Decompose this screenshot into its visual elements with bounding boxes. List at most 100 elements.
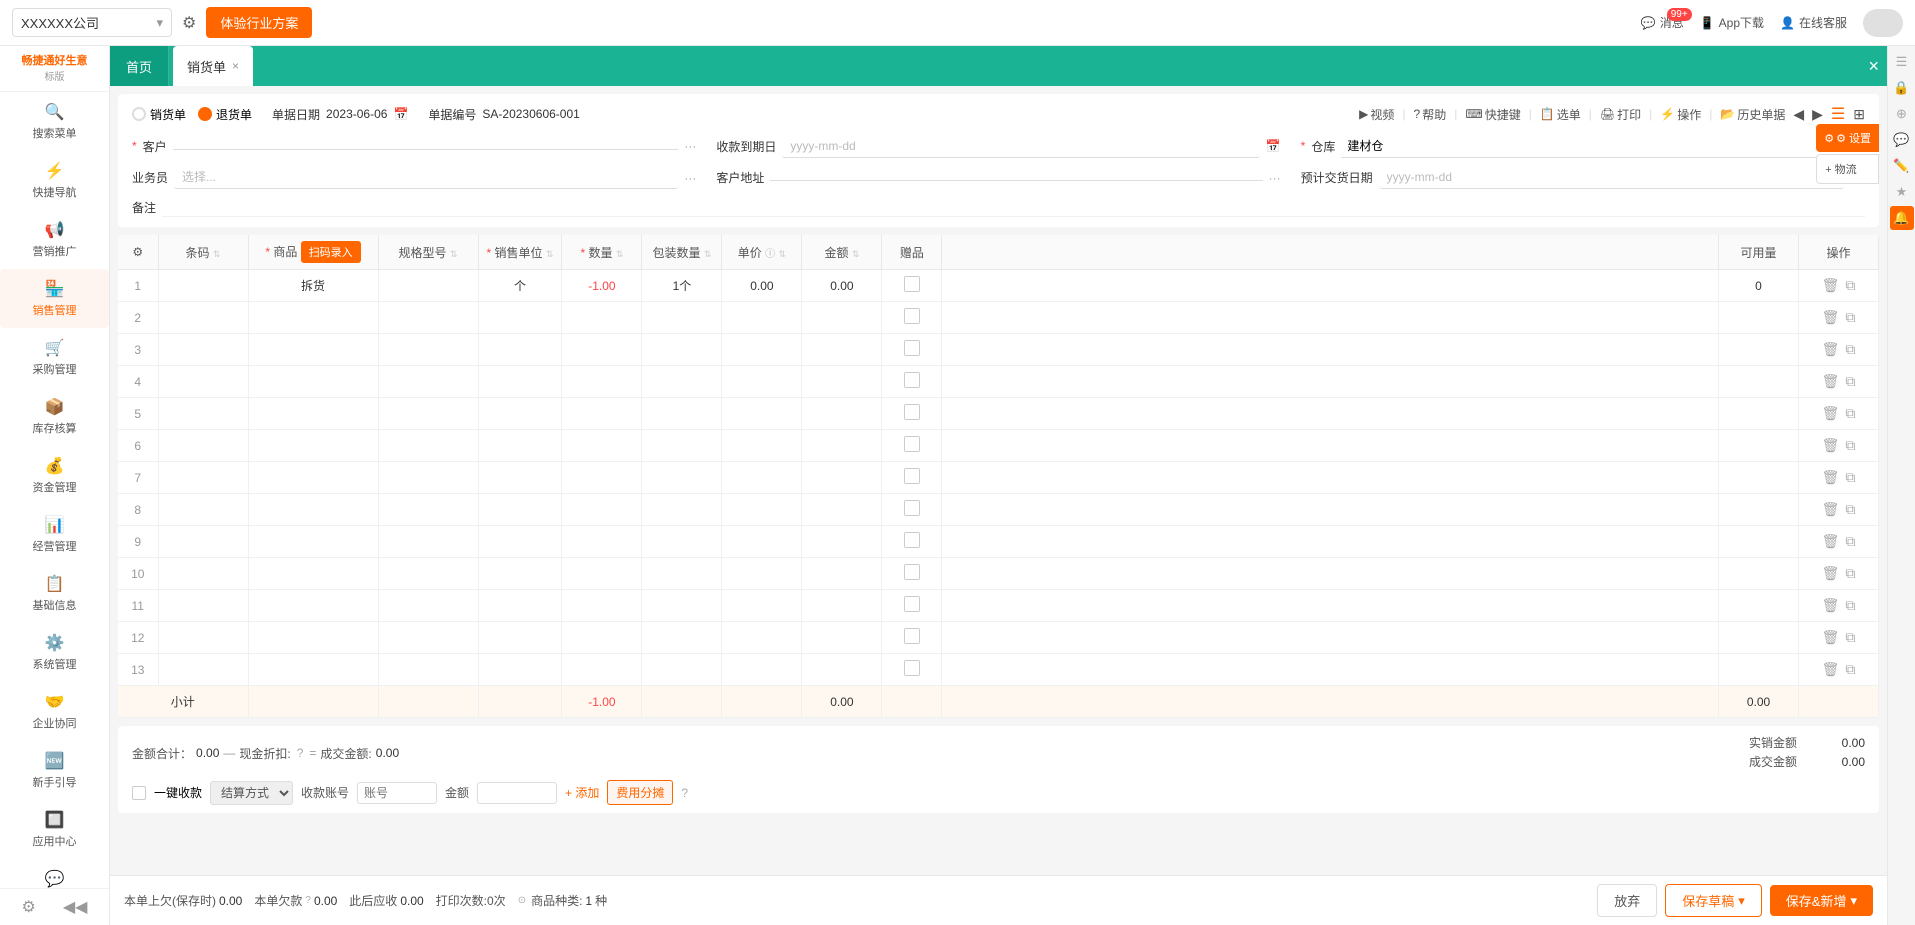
save-new-dropdown-icon[interactable]: ▾ [1850,893,1857,909]
customer-dots[interactable]: ··· [684,139,696,153]
gift-checkbox[interactable] [904,372,920,388]
tab-home[interactable]: 首页 [110,46,169,86]
total-due-help[interactable]: ? [305,895,311,906]
copy-icon[interactable]: ⧉ [1845,565,1855,582]
copy-icon[interactable]: ⧉ [1845,437,1855,454]
row-gift[interactable] [882,270,942,302]
right-sidebar-lock-icon[interactable]: 🔒 [1890,76,1914,100]
right-sidebar-add-icon[interactable]: ⊕ [1890,102,1914,126]
copy-icon[interactable]: ⧉ [1845,309,1855,326]
gift-checkbox[interactable] [904,308,920,324]
sidebar-settings-icon[interactable]: ⚙ [22,897,36,917]
copy-icon[interactable]: ⧉ [1845,501,1855,518]
sidebar-item-system[interactable]: ⚙️ 系统管理 [0,623,109,682]
row-amount[interactable]: 0.00 [802,270,882,302]
customer-input[interactable] [173,143,679,150]
sidebar-item-finance[interactable]: 💰 资金管理 [0,446,109,505]
sidebar-item-sales[interactable]: 🏪 销售管理 [0,269,109,328]
delete-icon[interactable]: 🗑 [1822,629,1840,646]
sidebar-item-enterprise[interactable]: 🤝 企业协同 [0,682,109,741]
fee-split-button[interactable]: 费用分摊 [607,780,673,805]
delete-icon[interactable]: 🗑 [1822,341,1840,358]
calendar-icon-due[interactable]: 📅 [1266,139,1281,153]
copy-icon[interactable]: ⧉ [1845,469,1855,486]
delete-icon[interactable]: 🗑 [1822,373,1840,390]
gift-checkbox[interactable] [904,628,920,644]
sidebar-item-marketing[interactable]: 📢 营销推广 [0,210,109,269]
tab-close-icon[interactable]: × [232,59,239,73]
nav-next-button[interactable]: ▶ [1812,106,1823,123]
topbar-settings-icon[interactable]: ⚙ [182,13,196,33]
video-link[interactable]: ▶ 视频 [1359,106,1394,123]
history-link[interactable]: 📂 历史单据 [1720,106,1785,123]
gift-checkbox[interactable] [904,468,920,484]
delete-icon[interactable]: 🗑 [1822,437,1840,454]
logistics-float-button[interactable]: + 物流 [1816,154,1879,184]
row-barcode[interactable] [158,270,248,302]
delete-icon[interactable]: 🗑 [1822,405,1840,422]
right-sidebar-edit-icon[interactable]: ✏️ [1890,154,1914,178]
delete-icon[interactable]: 🗑 [1822,533,1840,550]
sidebar-item-quicknav[interactable]: ⚡ 快捷导航 [0,151,109,210]
app-download-button[interactable]: 📱 App下载 [1700,14,1764,31]
sidebar-item-operations[interactable]: 📊 经营管理 [0,505,109,564]
gift-checkbox[interactable] [904,340,920,356]
settings-float-button[interactable]: ⚙ ⚙ 设置 [1816,124,1879,152]
sidebar-item-inventory[interactable]: 📦 库存核算 [0,387,109,446]
trial-button[interactable]: 体验行业方案 [206,7,312,38]
print-link[interactable]: 🖨 打印 [1600,106,1641,123]
draft-dropdown-icon[interactable]: ▾ [1738,893,1745,909]
add-payment-button[interactable]: + 添加 [565,784,599,801]
gift-checkbox[interactable] [904,404,920,420]
online-service-button[interactable]: 👤 在线客服 [1780,14,1847,31]
row-price[interactable]: 0.00 [722,270,802,302]
company-selector[interactable]: XXXXXX公司 ▾ [12,8,172,37]
save-draft-button[interactable]: 保存草稿 ▾ [1665,884,1762,917]
th-settings[interactable]: ⚙ [118,235,158,270]
payment-method-select[interactable]: 结算方式 [210,781,293,805]
expected-date-input[interactable] [1379,166,1844,189]
payment-amount-input[interactable] [477,782,557,804]
copy-icon[interactable]: ⧉ [1845,629,1855,646]
sidebar-item-basic[interactable]: 📋 基础信息 [0,564,109,623]
ops-link[interactable]: ⚡ 操作 [1660,106,1701,123]
user-avatar[interactable] [1863,9,1903,37]
tab-sales-order[interactable]: 销货单 × [173,46,253,86]
delete-icon[interactable]: 🗑 [1822,309,1840,326]
product-type-radio[interactable]: ⊙ [518,895,526,906]
gift-checkbox[interactable] [904,532,920,548]
doc-date-value[interactable]: 2023-06-06 [326,107,387,121]
delete-icon[interactable]: 🗑 [1822,565,1840,582]
view-list-button[interactable]: ☰ [1831,104,1845,124]
customer-addr-input[interactable] [770,174,1262,181]
delete-icon[interactable]: 🗑 [1822,277,1840,294]
sidebar-item-apps[interactable]: 🔲 应用中心 [0,800,109,859]
addr-dots[interactable]: ··· [1269,171,1281,185]
note-input[interactable] [162,197,1865,217]
right-sidebar-chat-icon[interactable]: 💬 [1890,128,1914,152]
sidebar-collapse-icon[interactable]: ◀◀ [63,897,88,917]
payment-account-input[interactable] [357,782,437,804]
sidebar-item-guide[interactable]: 🆕 新手引导 [0,741,109,800]
gift-checkbox[interactable] [904,500,920,516]
scan-button[interactable]: 扫码录入 [301,241,361,263]
copy-icon[interactable]: ⧉ [1845,661,1855,678]
copy-icon[interactable]: ⧉ [1845,405,1855,422]
gift-checkbox[interactable] [904,564,920,580]
copy-icon[interactable]: ⧉ [1845,533,1855,550]
copy-icon[interactable]: ⧉ [1845,597,1855,614]
select-link[interactable]: 📋 选单 [1540,106,1581,123]
copy-icon[interactable]: ⧉ [1845,373,1855,390]
calendar-icon-date[interactable]: 📅 [393,107,408,121]
gift-checkbox[interactable] [904,276,920,292]
right-sidebar-star-icon[interactable]: ★ [1890,180,1914,204]
delete-icon[interactable]: 🗑 [1822,661,1840,678]
salesperson-dots[interactable]: ··· [684,171,696,185]
salesperson-input[interactable] [174,166,678,189]
radio-sales-order[interactable]: 销货单 [132,106,186,123]
help-link[interactable]: ? 帮助 [1414,106,1447,123]
row-pack[interactable]: 1个 [642,270,722,302]
abandon-button[interactable]: 放弃 [1597,884,1657,917]
copy-icon[interactable]: ⧉ [1845,341,1855,358]
view-grid-button[interactable]: ⊞ [1853,106,1865,123]
